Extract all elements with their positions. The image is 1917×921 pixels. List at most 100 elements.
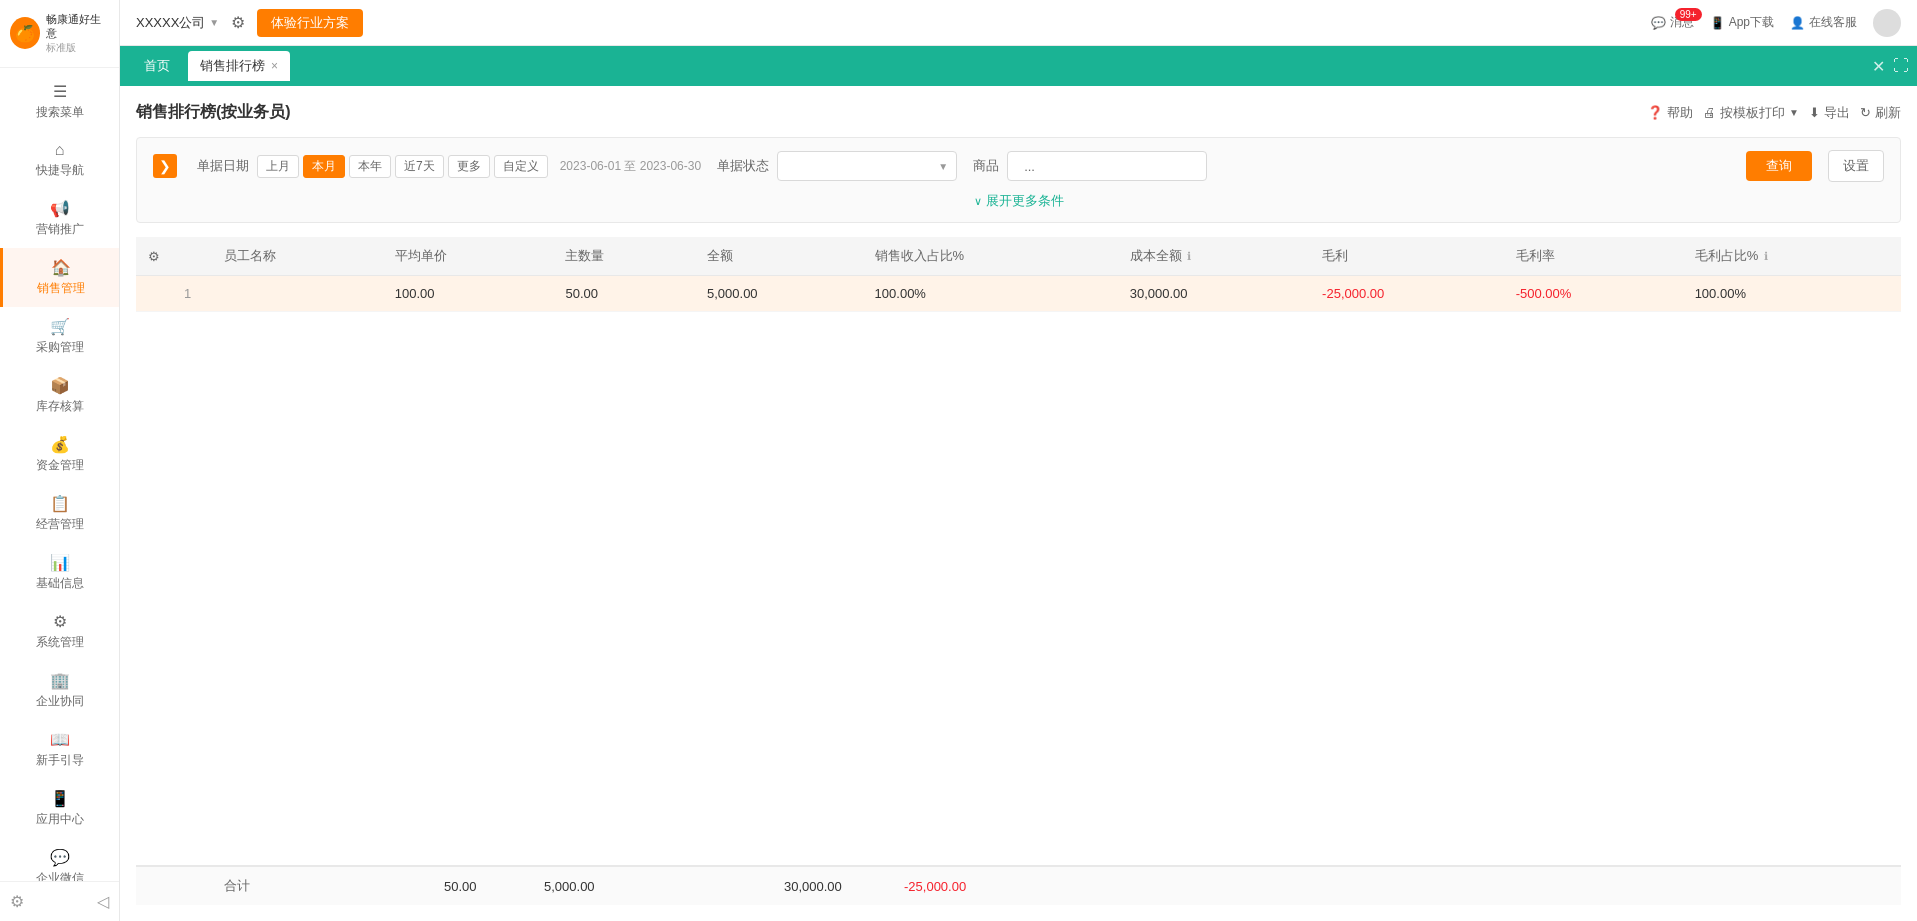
date-btn-last-month[interactable]: 上月: [257, 155, 299, 178]
online-service-btn[interactable]: 👤 在线客服: [1790, 14, 1857, 31]
logo-sub: 标准版: [46, 41, 109, 55]
sidebar-item-system[interactable]: ⚙ 系统管理: [0, 602, 119, 661]
wechat-icon: 💬: [50, 848, 70, 867]
row-amount: 5,000.00: [695, 276, 863, 312]
sidebar-item-label: 采购管理: [36, 339, 84, 356]
tab-sales-ranking[interactable]: 销售排行榜 ×: [188, 51, 290, 81]
date-btn-custom[interactable]: 自定义: [494, 155, 548, 178]
row-qty: 50.00: [553, 276, 695, 312]
sidebar-settings-icon[interactable]: ⚙: [10, 892, 24, 911]
sidebar-item-wechat[interactable]: 💬 企业微信: [0, 838, 119, 881]
trial-btn[interactable]: 体验行业方案: [257, 9, 363, 37]
sidebar-item-operations[interactable]: 📋 经营管理: [0, 484, 119, 543]
filter-expand-row: ∨ 展开更多条件: [153, 192, 1884, 210]
sidebar-item-marketing[interactable]: 📢 营销推广: [0, 189, 119, 248]
row-gross: -25,000.00: [1310, 276, 1504, 312]
date-btn-7-days[interactable]: 近7天: [395, 155, 444, 178]
col-cost: 成本全额 ℹ: [1118, 237, 1310, 276]
settings-btn[interactable]: 设置: [1828, 150, 1884, 182]
status-select[interactable]: ▼: [777, 151, 957, 181]
user-avatar[interactable]: [1873, 9, 1901, 37]
help-btn[interactable]: ❓ 帮助: [1647, 104, 1693, 122]
system-icon: ⚙: [53, 612, 67, 631]
footer-qty: 50.00: [444, 879, 544, 894]
col-gross-pct: 毛利占比% ℹ: [1683, 237, 1901, 276]
tab-close-all-icon[interactable]: ✕: [1872, 57, 1885, 76]
date-btn-this-month[interactable]: 本月: [303, 155, 345, 178]
goods-ellipsis-btn[interactable]: ...: [1024, 159, 1035, 174]
sidebar-item-label: 搜索菜单: [36, 104, 84, 121]
topbar: XXXXX公司 ▼ ⚙ 体验行业方案 💬 消息 99+ 📱 App下载 👤 在线…: [120, 0, 1917, 46]
basic-icon: 📊: [50, 553, 70, 572]
sidebar-item-guide[interactable]: 📖 新手引导: [0, 720, 119, 779]
message-btn[interactable]: 💬 消息 99+: [1651, 14, 1694, 31]
sidebar-collapse-icon[interactable]: ◁: [97, 892, 109, 911]
date-btn-more[interactable]: 更多: [448, 155, 490, 178]
page-header: 销售排行榜(按业务员) ❓ 帮助 🖨 按模板打印 ▼ ⬇ 导出 ↻ 刷新: [136, 102, 1901, 123]
logo-text: 畅康通好生意: [46, 12, 109, 41]
row-name: [212, 276, 383, 312]
col-index: [172, 237, 212, 276]
finance-icon: 💰: [50, 435, 70, 454]
message-icon: 💬: [1651, 16, 1666, 30]
topbar-right: 💬 消息 99+ 📱 App下载 👤 在线客服: [1651, 9, 1901, 37]
service-label: 在线客服: [1809, 14, 1857, 31]
sales-table: ⚙ 员工名称 平均单价 主数量 全额 销售收入占比% 成本全额 ℹ 毛利: [136, 237, 1901, 312]
sidebar-item-label: 新手引导: [36, 752, 84, 769]
date-btn-this-year[interactable]: 本年: [349, 155, 391, 178]
tabbar: 首页 销售排行榜 × ✕ ⛶: [120, 46, 1917, 86]
print-label: 按模板打印: [1720, 104, 1785, 122]
sidebar-item-label: 应用中心: [36, 811, 84, 828]
sidebar-item-enterprise[interactable]: 🏢 企业协同: [0, 661, 119, 720]
company-selector[interactable]: XXXXX公司 ▼: [136, 14, 219, 32]
cost-label: 成本全额: [1130, 248, 1182, 263]
page-actions: ❓ 帮助 🖨 按模板打印 ▼ ⬇ 导出 ↻ 刷新: [1647, 104, 1901, 122]
sidebar-item-label: 企业微信: [36, 870, 84, 881]
export-btn[interactable]: ⬇ 导出: [1809, 104, 1850, 122]
tab-expand-icon[interactable]: ⛶: [1893, 57, 1909, 76]
inventory-icon: 📦: [50, 376, 70, 395]
sidebar-item-sales[interactable]: 🏠 销售管理: [0, 248, 119, 307]
sidebar-item-apps[interactable]: 📱 应用中心: [0, 779, 119, 838]
col-name: 员工名称: [212, 237, 383, 276]
row-avg-price: 100.00: [383, 276, 554, 312]
sidebar-item-finance[interactable]: 💰 资金管理: [0, 425, 119, 484]
query-btn[interactable]: 查询: [1746, 151, 1812, 181]
col-avg-price: 平均单价: [383, 237, 554, 276]
message-badge: 99+: [1675, 8, 1702, 21]
date-label: 单据日期: [197, 157, 249, 175]
sidebar-footer: ⚙ ◁: [0, 881, 119, 921]
search-menu-icon: ☰: [53, 82, 67, 101]
expand-down-icon: ∨: [974, 195, 982, 208]
expand-more-btn[interactable]: ∨ 展开更多条件: [974, 192, 1064, 210]
filter-expand-toggle[interactable]: ❯: [153, 154, 177, 178]
main-container: XXXXX公司 ▼ ⚙ 体验行业方案 💬 消息 99+ 📱 App下载 👤 在线…: [120, 0, 1917, 921]
sidebar-item-basic[interactable]: 📊 基础信息: [0, 543, 119, 602]
row-gross-pct: 100.00%: [1683, 276, 1901, 312]
sidebar-item-label: 销售管理: [37, 280, 85, 297]
app-download-btn[interactable]: 📱 App下载: [1710, 14, 1774, 31]
tab-close-icon[interactable]: ×: [271, 59, 278, 73]
tab-home[interactable]: 首页: [128, 51, 186, 81]
print-btn[interactable]: 🖨 按模板打印 ▼: [1703, 104, 1799, 122]
sidebar-item-label: 企业协同: [36, 693, 84, 710]
home-icon: ⌂: [55, 141, 65, 159]
company-name: XXXXX公司: [136, 14, 205, 32]
gross-pct-label: 毛利占比%: [1695, 248, 1759, 263]
table-container: ⚙ 员工名称 平均单价 主数量 全额 销售收入占比% 成本全额 ℹ 毛利: [136, 237, 1901, 865]
tab-label: 销售排行榜: [200, 57, 265, 75]
marketing-icon: 📢: [50, 199, 70, 218]
refresh-btn[interactable]: ↻ 刷新: [1860, 104, 1901, 122]
row-gross-rate: -500.00%: [1504, 276, 1683, 312]
help-label: 帮助: [1667, 104, 1693, 122]
table-settings-icon[interactable]: ⚙: [148, 249, 160, 264]
topbar-settings-icon[interactable]: ⚙: [231, 13, 245, 32]
goods-input[interactable]: ...: [1007, 151, 1207, 181]
sidebar-item-purchase[interactable]: 🛒 采购管理: [0, 307, 119, 366]
sidebar-item-label: 经营管理: [36, 516, 84, 533]
export-label: 导出: [1824, 104, 1850, 122]
sidebar-item-search[interactable]: ☰ 搜索菜单: [0, 72, 119, 131]
sidebar-item-quick[interactable]: ⌂ 快捷导航: [0, 131, 119, 189]
sidebar-item-inventory[interactable]: 📦 库存核算: [0, 366, 119, 425]
guide-icon: 📖: [50, 730, 70, 749]
